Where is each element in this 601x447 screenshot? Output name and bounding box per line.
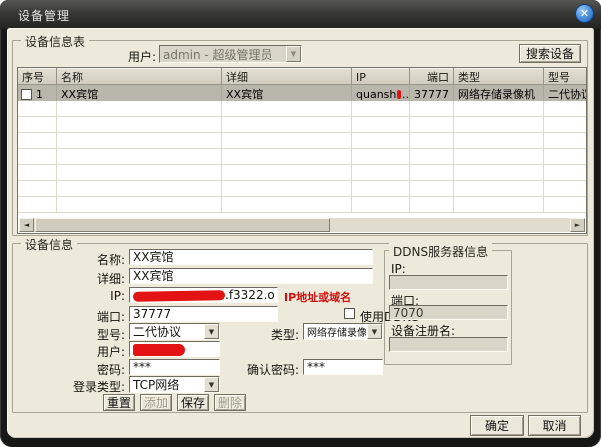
empty-row (18, 101, 586, 117)
login-type-label: 登录类型: (72, 380, 125, 394)
add-button[interactable]: 添加 (140, 394, 172, 411)
row-no-cell: 1 (18, 85, 57, 101)
empty-row (18, 133, 586, 149)
user-dropdown-value: admin - 超级管理员 (163, 48, 273, 62)
ip-hint-annotation: IP地址或域名 (284, 291, 352, 304)
user-label: 用户: (127, 50, 156, 64)
row-no: 1 (36, 87, 43, 101)
type-label: 类型: (270, 328, 299, 342)
device-table: 序号 名称 详细 IP 端口 类型 型号 1 XX宾馆 XX宾馆 quansh … (17, 67, 587, 234)
password-label: 密码: (96, 363, 125, 377)
row-type: 网络存储录像机 (454, 85, 544, 101)
row-name: XX宾馆 (57, 85, 222, 101)
empty-row (18, 165, 586, 181)
ddns-ip-label: IP: (391, 262, 406, 276)
table-header-row: 序号 名称 详细 IP 端口 类型 型号 (18, 68, 586, 85)
redaction-mark (397, 89, 401, 99)
name-label: 名称: (96, 253, 125, 267)
column-header-no[interactable]: 序号 (18, 68, 57, 85)
reset-button[interactable]: 重置 (103, 394, 135, 411)
empty-row (18, 117, 586, 133)
row-port: 37777 (410, 85, 454, 101)
ddns-group-label: DDNS服务器信息 (389, 243, 493, 260)
column-header-port[interactable]: 端口 (410, 68, 454, 85)
ip-label: IP: (110, 289, 125, 303)
device-manager-window: 设备管理 ✕ 设备信息表 用户: admin - 超级管理员 ▼ 搜索设备 序号… (0, 0, 601, 447)
scrollbar-thumb[interactable] (35, 218, 330, 232)
column-header-ip[interactable]: IP (352, 68, 410, 85)
ip-field[interactable]: .f3322.o (129, 287, 278, 303)
ddns-register-name-field[interactable] (389, 337, 508, 352)
chevron-down-icon[interactable]: ▼ (367, 324, 382, 339)
column-header-detail[interactable]: 详细 (222, 68, 352, 85)
detail-label: 详细: (96, 272, 125, 286)
row-checkbox[interactable] (21, 88, 32, 100)
scroll-left-icon[interactable]: ◄ (19, 218, 34, 232)
login-type-value: TCP网络 (133, 378, 180, 392)
type-dropdown[interactable]: 网络存储录像机 ▼ (303, 323, 383, 340)
chevron-down-icon[interactable]: ▼ (204, 377, 219, 392)
table-row[interactable]: 1 XX宾馆 XX宾馆 quansh.. 37777 网络存储录像机 二代协议 (18, 85, 586, 101)
redaction-mark (133, 343, 185, 356)
use-ddns-checkbox[interactable] (344, 308, 355, 319)
chevron-down-icon[interactable]: ▼ (204, 324, 219, 339)
chevron-down-icon[interactable]: ▼ (286, 46, 301, 62)
close-button[interactable]: ✕ (575, 4, 594, 23)
ddns-server-group: DDNS服务器信息 IP: 端口: 7070 设备注册名: (384, 243, 512, 365)
empty-row (18, 149, 586, 165)
ok-button[interactable]: 确定 (470, 415, 524, 436)
login-type-dropdown[interactable]: TCP网络 ▼ (129, 376, 220, 393)
titlebar[interactable]: 设备管理 ✕ (0, 0, 601, 29)
confirm-password-field[interactable]: *** (303, 359, 383, 375)
horizontal-scrollbar[interactable]: ◄ ► (19, 218, 585, 232)
ddns-port-field[interactable]: 7070 (389, 305, 508, 320)
search-device-button[interactable]: 搜索设备 (519, 44, 581, 63)
close-icon: ✕ (579, 7, 590, 20)
type-dropdown-value: 网络存储录像机 (307, 328, 366, 339)
window-title: 设备管理 (18, 9, 71, 23)
scroll-right-icon[interactable]: ► (570, 218, 585, 232)
password-field[interactable]: *** (129, 359, 220, 375)
login-user-field[interactable] (129, 341, 220, 357)
model-dropdown[interactable]: 二代协议 ▼ (129, 323, 220, 340)
row-ip: quansh.. (352, 85, 410, 101)
ddns-ip-field[interactable] (389, 275, 508, 290)
redaction-mark (132, 289, 226, 302)
port-label: 端口: (96, 310, 125, 324)
column-header-name[interactable]: 名称 (57, 68, 222, 85)
save-button[interactable]: 保存 (177, 394, 209, 411)
login-user-label: 用户: (96, 345, 125, 359)
model-label: 型号: (96, 328, 125, 342)
detail-field[interactable]: XX宾馆 (129, 268, 373, 284)
port-field[interactable]: 37777 (129, 306, 278, 322)
confirm-password-label: 确认密码: (246, 363, 299, 377)
name-field[interactable]: XX宾馆 (129, 249, 373, 265)
column-header-type[interactable]: 类型 (454, 68, 544, 85)
empty-row (18, 197, 586, 213)
device-list-group: 设备信息表 用户: admin - 超级管理员 ▼ 搜索设备 序号 名称 详细 … (12, 33, 588, 236)
row-model: 二代协议 (544, 85, 586, 101)
delete-button[interactable]: 删除 (214, 394, 246, 411)
model-dropdown-value: 二代协议 (133, 325, 182, 339)
dialog-body: 设备信息表 用户: admin - 超级管理员 ▼ 搜索设备 序号 名称 详细 … (7, 28, 594, 438)
user-dropdown[interactable]: admin - 超级管理员 ▼ (159, 45, 302, 63)
cancel-button[interactable]: 取消 (528, 415, 581, 436)
empty-row (18, 181, 586, 197)
row-detail: XX宾馆 (222, 85, 352, 101)
column-header-model[interactable]: 型号 (544, 68, 586, 85)
